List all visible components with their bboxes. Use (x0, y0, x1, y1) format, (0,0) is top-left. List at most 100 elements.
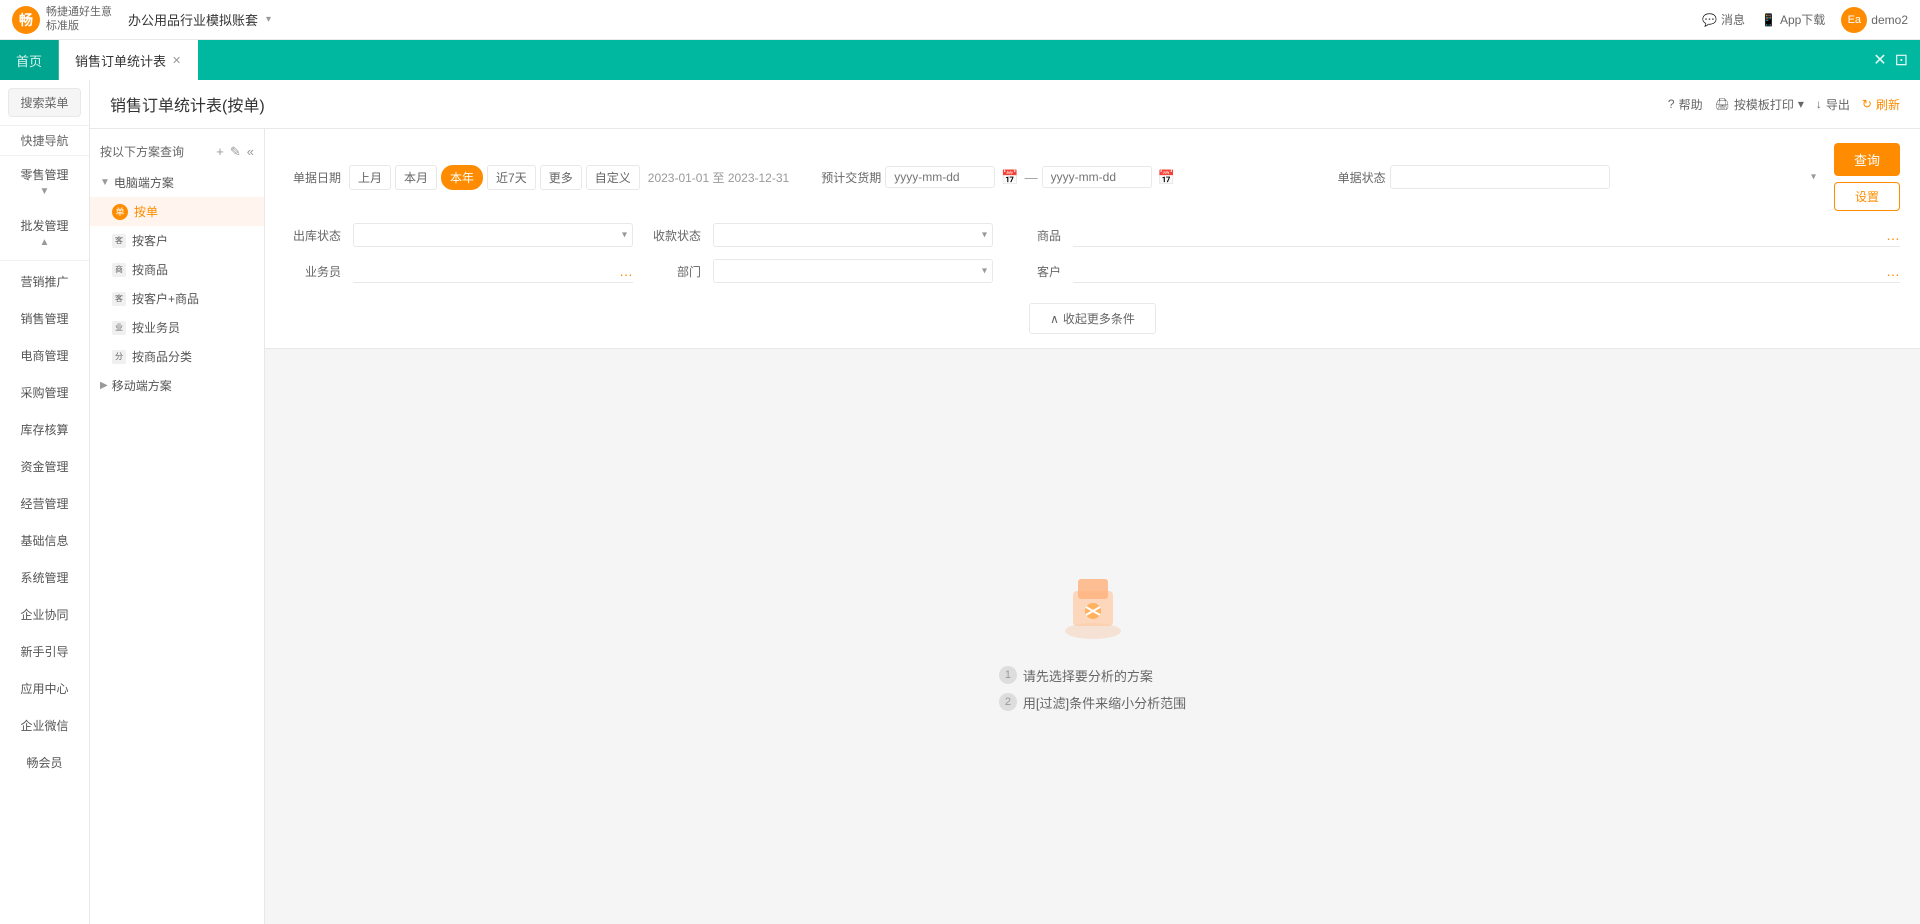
sidebar-item-guide[interactable]: 新手引导 (0, 633, 89, 670)
tree-expand-arrow: ▼ (100, 177, 110, 188)
collapse-area: ∧ 收起更多条件 (285, 295, 1900, 334)
tab-restore-action[interactable]: ⊡ (1895, 50, 1908, 70)
dept-select[interactable] (713, 259, 993, 283)
tab-close-action[interactable]: ✕ (1873, 50, 1886, 70)
customer-input[interactable] (1073, 260, 1882, 282)
goods-label: 商品 (1005, 227, 1061, 244)
date-btn-this-month[interactable]: 本月 (395, 165, 437, 190)
message-button[interactable]: 💬 消息 (1702, 11, 1745, 28)
collapse-more-button[interactable]: ∧ 收起更多条件 (1029, 303, 1156, 334)
tree-parent-pc[interactable]: ▼ 电脑端方案 (90, 168, 264, 197)
tree-child-by-goods[interactable]: 商 按商品 (90, 255, 264, 284)
message-label: 消息 (1721, 11, 1745, 28)
sidebar-item-marketing[interactable]: 营销推广 (0, 263, 89, 300)
goods-dots-btn[interactable]: … (1886, 227, 1900, 243)
tab-close-icon[interactable]: ✕ (172, 54, 181, 67)
sidebar-item-member[interactable]: 畅会员 (0, 744, 89, 781)
export-button[interactable]: ↓ 导出 (1816, 96, 1850, 113)
tree-child-by-customer-goods[interactable]: 客 按客户+商品 (90, 284, 264, 313)
ship-status-select[interactable] (353, 223, 633, 247)
tree-section-mobile: ▶ 移动端方案 (90, 371, 264, 400)
template-print-button[interactable]: 🖨 按模板打印 ▾ (1715, 96, 1804, 113)
edit-scheme-icon[interactable]: ✎ (230, 144, 241, 160)
customer-input-wrap: … (1073, 260, 1900, 283)
export-icon: ↓ (1816, 97, 1822, 111)
filter-section: 单据日期 上月 本月 本年 近7天 更多 自定义 2023-01-01 至 20… (265, 129, 1920, 349)
date-btn-custom[interactable]: 自定义 (586, 165, 640, 190)
sidebar-item-ecommerce[interactable]: 电商管理 (0, 337, 89, 374)
expected-date-end[interactable] (1042, 166, 1152, 188)
tree-child-by-customer[interactable]: 客 按客户 (90, 226, 264, 255)
refresh-icon: ↻ (1862, 97, 1872, 111)
salesperson-input[interactable] (353, 260, 615, 282)
sidebar-item-wholesale-label: 批发管理 (20, 217, 68, 234)
tree-parent-label: 电脑端方案 (114, 174, 174, 191)
doc-status-select[interactable] (1390, 165, 1610, 189)
sidebar-item-enterprise-wechat[interactable]: 企业微信 (0, 707, 89, 744)
date-btn-more[interactable]: 更多 (540, 165, 582, 190)
top-bar-left: 畅 畅捷通好生意标准版 办公用品行业模拟账套 ▾ (12, 6, 271, 34)
doc-status-group: 单据状态 ▾ (1330, 165, 1822, 189)
print-icon: 🖨 (1715, 97, 1730, 111)
sidebar-item-finance[interactable]: 资金管理 (0, 448, 89, 485)
date-label: 单据日期 (285, 169, 341, 186)
tree-child-by-category[interactable]: 分 按商品分类 (90, 342, 264, 371)
add-scheme-icon[interactable]: + (216, 144, 224, 160)
sidebar-item-inventory-label: 库存核算 (20, 421, 68, 438)
sidebar-item-basic-info-label: 基础信息 (20, 532, 68, 549)
search-menu-button[interactable]: 搜索菜单 (8, 88, 81, 117)
sidebar-item-operations-label: 经营管理 (20, 495, 68, 512)
sidebar-item-app-center[interactable]: 应用中心 (0, 670, 89, 707)
sidebar-item-basic-info[interactable]: 基础信息 (0, 522, 89, 559)
sidebar-item-inventory[interactable]: 库存核算 (0, 411, 89, 448)
date-btn-this-year[interactable]: 本年 (441, 165, 483, 190)
sidebar-item-retail[interactable]: 零售管理 ▼ (0, 156, 89, 207)
collapse-chevron-icon: ∧ (1050, 312, 1059, 326)
tab-home[interactable]: 首页 (0, 40, 59, 80)
sidebar-item-purchase[interactable]: 采购管理 (0, 374, 89, 411)
collapse-panel-icon[interactable]: « (247, 144, 254, 160)
query-button[interactable]: 查询 (1834, 143, 1900, 176)
help-button[interactable]: ? 帮助 (1668, 96, 1703, 113)
template-print-label: 按模板打印 (1734, 96, 1794, 113)
collect-status-select[interactable] (713, 223, 993, 247)
sidebar-search-area: 搜索菜单 (0, 80, 89, 126)
refresh-button[interactable]: ↻ 刷新 (1862, 96, 1900, 113)
customer-dots-btn[interactable]: … (1886, 263, 1900, 279)
user-area[interactable]: Ea demo2 (1841, 7, 1908, 33)
sidebar-item-wholesale[interactable]: 批发管理 ▲ (0, 207, 89, 258)
tab-sales-stats[interactable]: 销售订单统计表 ✕ (59, 40, 198, 80)
content-wrapper: 按以下方案查询 + ✎ « ▼ 电脑端方案 单 按单 (90, 129, 1920, 924)
date-btn-last-month[interactable]: 上月 (349, 165, 391, 190)
salesperson-dots-btn[interactable]: … (619, 263, 633, 279)
goods-input[interactable] (1073, 224, 1882, 246)
action-buttons-area: 查询 设置 (1834, 143, 1900, 211)
user-name: demo2 (1871, 13, 1908, 27)
sidebar-item-system[interactable]: 系统管理 (0, 559, 89, 596)
sidebar-item-sales[interactable]: 销售管理 (0, 300, 89, 337)
page-area: 销售订单统计表(按单) ? 帮助 🖨 按模板打印 ▾ ↓ 导出 ↻ 刷新 (90, 80, 1920, 924)
refresh-label: 刷新 (1876, 96, 1900, 113)
tree-child-by-order[interactable]: 单 按单 (90, 197, 264, 226)
settings-button[interactable]: 设置 (1834, 182, 1900, 211)
app-download-button[interactable]: 📱 App下载 (1761, 11, 1825, 28)
tab-bar: 首页 销售订单统计表 ✕ ✕ ⊡ (0, 40, 1920, 80)
sidebar-item-sales-label: 销售管理 (20, 310, 68, 327)
calendar-start-icon[interactable]: 📅 (999, 169, 1020, 186)
system-dropdown-icon[interactable]: ▾ (266, 14, 271, 25)
page-header-actions: ? 帮助 🖨 按模板打印 ▾ ↓ 导出 ↻ 刷新 (1668, 96, 1900, 113)
date-filter-group: 上月 本月 本年 近7天 更多 自定义 (349, 165, 640, 190)
expected-date-start[interactable] (885, 166, 995, 188)
sidebar-nav-button[interactable]: 快捷导航 (0, 126, 89, 156)
calendar-end-icon[interactable]: 📅 (1156, 169, 1177, 186)
hint-num-1: 1 (999, 666, 1017, 684)
sidebar-item-guide-label: 新手引导 (20, 643, 68, 660)
tree-child-by-salesperson[interactable]: 业 按业务员 (90, 313, 264, 342)
sidebar-item-operations[interactable]: 经营管理 (0, 485, 89, 522)
by-category-icon: 分 (112, 350, 126, 364)
sidebar-item-collaboration[interactable]: 企业协同 (0, 596, 89, 633)
tree-child-by-category-label: 按商品分类 (132, 348, 192, 365)
date-btn-7days[interactable]: 近7天 (487, 165, 536, 190)
system-title: 办公用品行业模拟账套 (128, 10, 258, 29)
tree-parent-mobile[interactable]: ▶ 移动端方案 (90, 371, 264, 400)
